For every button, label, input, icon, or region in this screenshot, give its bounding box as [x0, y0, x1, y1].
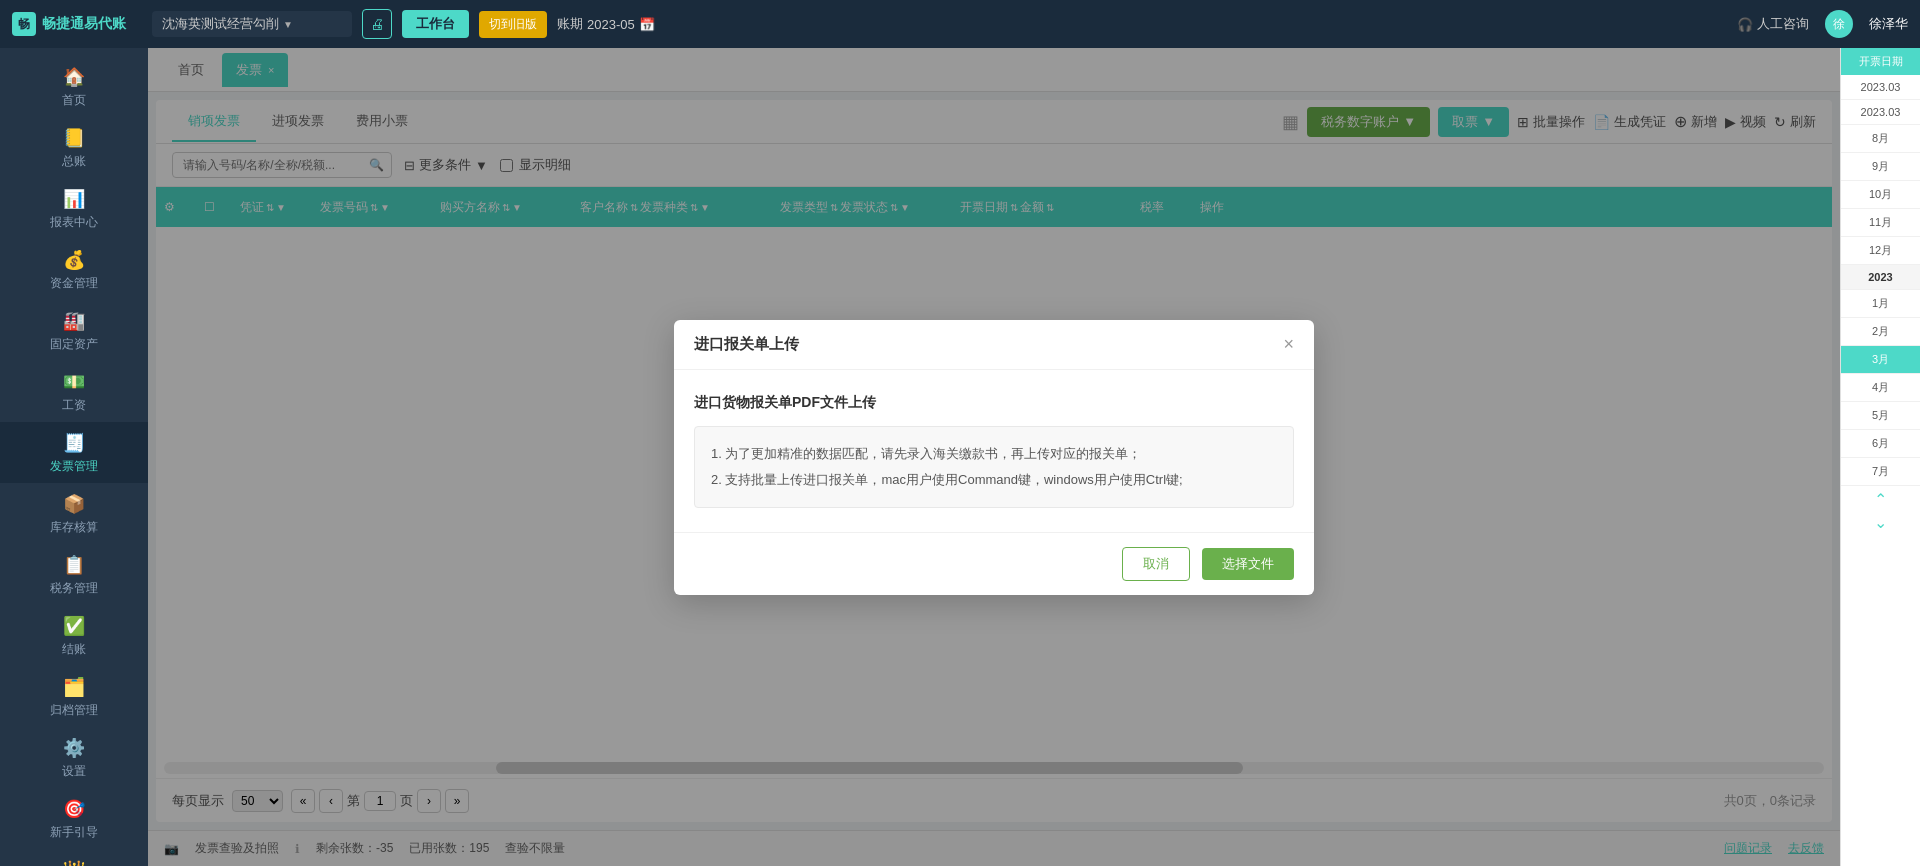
guide-icon: 🎯: [63, 798, 85, 820]
period-item-9[interactable]: 2月: [1841, 318, 1920, 346]
period-item-4[interactable]: 10月: [1841, 181, 1920, 209]
modal-close-button[interactable]: ×: [1283, 334, 1294, 355]
sidebar-item-payroll[interactable]: 💵 工资: [0, 361, 148, 422]
main-content: 首页 发票 × 销项发票 进项发票 费用小票: [148, 48, 1840, 866]
switch-old-button[interactable]: 切到旧版: [479, 11, 547, 38]
period-panel: 开票日期 2023.03 2023.03 8月 9月 10月 11月 12月 2…: [1840, 48, 1920, 866]
modal-select-file-button[interactable]: 选择文件: [1202, 548, 1294, 580]
period-item-5[interactable]: 11月: [1841, 209, 1920, 237]
sidebar-label-payroll: 工资: [62, 397, 86, 414]
period-item-12[interactable]: 5月: [1841, 402, 1920, 430]
top-bar-right: 🎧 人工咨询 徐 徐泽华: [1737, 10, 1908, 38]
period-item-13[interactable]: 6月: [1841, 430, 1920, 458]
modal-info-item-2: 2. 支持批量上传进口报关单，mac用户使用Command键，windows用户…: [711, 467, 1277, 493]
period-label: 账期: [557, 15, 583, 33]
period-item-8[interactable]: 1月: [1841, 290, 1920, 318]
sidebar-label-reports: 报表中心: [50, 214, 98, 231]
sidebar-item-guide[interactable]: 🎯 新手引导: [0, 788, 148, 849]
inventory-icon: 📦: [63, 493, 85, 515]
logo-icon: 畅: [12, 12, 36, 36]
sidebar-label-guide: 新手引导: [50, 824, 98, 841]
sidebar: 🏠 首页 📒 总账 📊 报表中心 💰 资金管理 🏭 固定资产 💵 工资 🧾 发票…: [0, 48, 148, 866]
sidebar-label-inventory: 库存核算: [50, 519, 98, 536]
period-item-2[interactable]: 8月: [1841, 125, 1920, 153]
top-bar: 畅 畅捷通易代账 沈海英测试经营勾削 ▼ 🖨 工作台 切到旧版 账期 2023-…: [0, 0, 1920, 48]
user-name: 徐泽华: [1869, 15, 1908, 33]
modal-cancel-button[interactable]: 取消: [1122, 547, 1190, 581]
sidebar-item-vip[interactable]: 👑 畅会员: [0, 849, 148, 866]
period-down-icon[interactable]: ⌄: [1874, 513, 1887, 532]
funds-icon: 💰: [63, 249, 85, 271]
sidebar-label-settlement: 结账: [62, 641, 86, 658]
sidebar-label-funds: 资金管理: [50, 275, 98, 292]
ledger-icon: 📒: [63, 127, 85, 149]
sidebar-item-settlement[interactable]: ✅ 结账: [0, 605, 148, 666]
service-button[interactable]: 🎧 人工咨询: [1737, 15, 1809, 33]
modal-overlay: 进口报关单上传 × 进口货物报关单PDF文件上传 1. 为了更加精准的数据匹配，…: [148, 48, 1840, 866]
sidebar-label-home: 首页: [62, 92, 86, 109]
modal-title: 进口报关单上传: [694, 335, 799, 354]
period-value: 2023-05: [587, 17, 635, 32]
period-up-icon[interactable]: ⌃: [1874, 490, 1887, 509]
modal-section-title: 进口货物报关单PDF文件上传: [694, 394, 1294, 412]
invoice-icon: 🧾: [63, 432, 85, 454]
app-name: 畅捷通易代账: [42, 15, 126, 33]
company-dropdown-icon: ▼: [283, 19, 293, 30]
main-layout: 🏠 首页 📒 总账 📊 报表中心 💰 资金管理 🏭 固定资产 💵 工资 🧾 发票…: [0, 48, 1920, 866]
archive-icon: 🗂️: [63, 676, 85, 698]
sidebar-label-archive: 归档管理: [50, 702, 98, 719]
print-button[interactable]: 🖨: [362, 9, 392, 39]
sidebar-item-home[interactable]: 🏠 首页: [0, 56, 148, 117]
modal-body: 进口货物报关单PDF文件上传 1. 为了更加精准的数据匹配，请先录入海关缴款书，…: [674, 370, 1314, 532]
sidebar-item-inventory[interactable]: 📦 库存核算: [0, 483, 148, 544]
sidebar-item-funds[interactable]: 💰 资金管理: [0, 239, 148, 300]
home-icon: 🏠: [63, 66, 85, 88]
period-item-3[interactable]: 9月: [1841, 153, 1920, 181]
sidebar-item-reports[interactable]: 📊 报表中心: [0, 178, 148, 239]
sidebar-label-invoice: 发票管理: [50, 458, 98, 475]
sidebar-item-tax[interactable]: 📋 税务管理: [0, 544, 148, 605]
headset-icon: 🎧: [1737, 17, 1753, 32]
period-item-14[interactable]: 7月: [1841, 458, 1920, 486]
reports-icon: 📊: [63, 188, 85, 210]
sidebar-item-invoice[interactable]: 🧾 发票管理: [0, 422, 148, 483]
modal-info-box: 1. 为了更加精准的数据匹配，请先录入海关缴款书，再上传对应的报关单； 2. 支…: [694, 426, 1294, 508]
sidebar-label-tax: 税务管理: [50, 580, 98, 597]
sidebar-item-fixed-assets[interactable]: 🏭 固定资产: [0, 300, 148, 361]
sidebar-label-settings: 设置: [62, 763, 86, 780]
modal-header: 进口报关单上传 ×: [674, 320, 1314, 370]
tax-icon: 📋: [63, 554, 85, 576]
payroll-icon: 💵: [63, 371, 85, 393]
period-item-0[interactable]: 2023.03: [1841, 75, 1920, 100]
sidebar-item-archive[interactable]: 🗂️ 归档管理: [0, 666, 148, 727]
period-item-10[interactable]: 3月: [1841, 346, 1920, 374]
settings-icon: ⚙️: [63, 737, 85, 759]
sidebar-label-fixed-assets: 固定资产: [50, 336, 98, 353]
company-selector[interactable]: 沈海英测试经营勾削 ▼: [152, 11, 352, 37]
modal-import-customs: 进口报关单上传 × 进口货物报关单PDF文件上传 1. 为了更加精准的数据匹配，…: [674, 320, 1314, 595]
period-item-11[interactable]: 4月: [1841, 374, 1920, 402]
app-logo: 畅 畅捷通易代账: [12, 12, 142, 36]
period-item-year[interactable]: 2023: [1841, 265, 1920, 290]
period-item-6[interactable]: 12月: [1841, 237, 1920, 265]
sidebar-item-settings[interactable]: ⚙️ 设置: [0, 727, 148, 788]
settlement-icon: ✅: [63, 615, 85, 637]
sidebar-item-ledger[interactable]: 📒 总账: [0, 117, 148, 178]
calendar-icon[interactable]: 📅: [639, 17, 655, 32]
modal-footer: 取消 选择文件: [674, 532, 1314, 595]
period-nav-buttons: ⌃ ⌄: [1874, 490, 1887, 532]
fixed-assets-icon: 🏭: [63, 310, 85, 332]
open-date-label: 开票日期: [1845, 54, 1916, 69]
service-label: 人工咨询: [1757, 15, 1809, 33]
modal-info-item-1: 1. 为了更加精准的数据匹配，请先录入海关缴款书，再上传对应的报关单；: [711, 441, 1277, 467]
period-panel-title[interactable]: 开票日期: [1841, 48, 1920, 75]
period-info: 账期 2023-05 📅: [557, 15, 655, 33]
sidebar-label-ledger: 总账: [62, 153, 86, 170]
workspace-button[interactable]: 工作台: [402, 10, 469, 38]
user-avatar[interactable]: 徐: [1825, 10, 1853, 38]
vip-icon: 👑: [63, 859, 85, 866]
period-item-1[interactable]: 2023.03: [1841, 100, 1920, 125]
company-name: 沈海英测试经营勾削: [162, 15, 279, 33]
